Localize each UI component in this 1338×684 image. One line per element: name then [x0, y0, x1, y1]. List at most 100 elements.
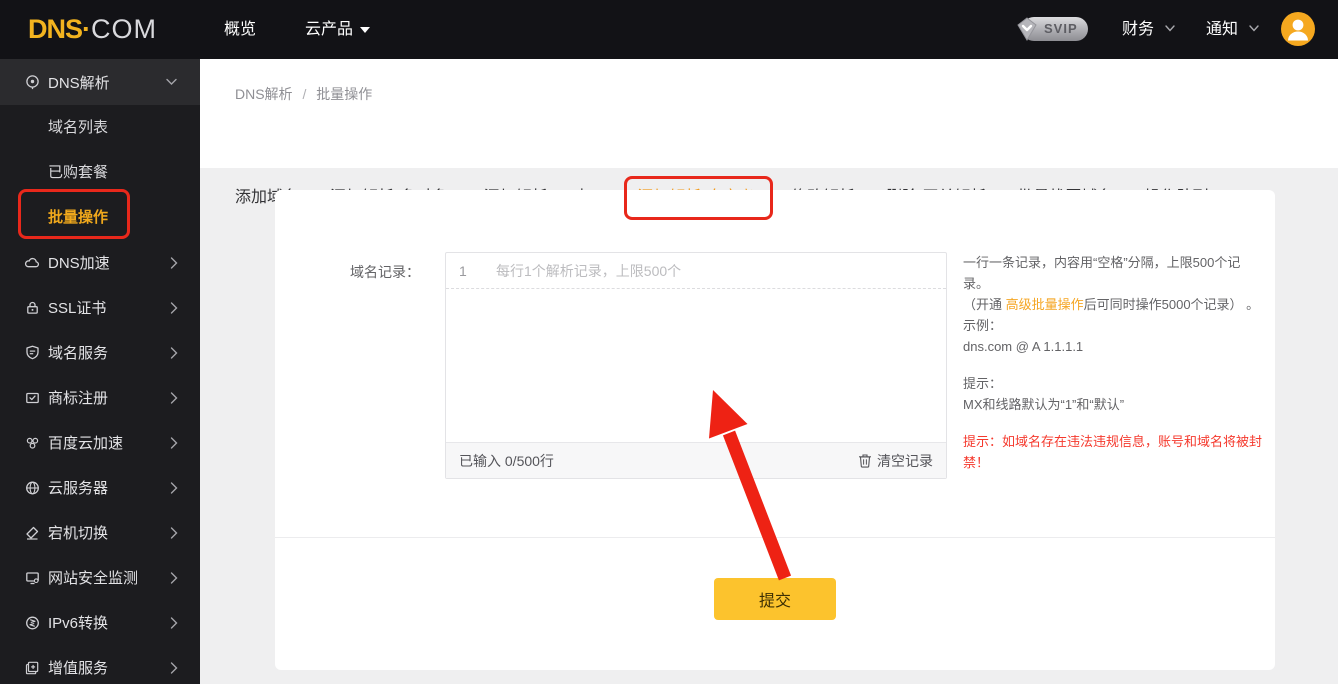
chevron-right-icon — [170, 256, 178, 269]
sidebar-item-label: 百度云加速 — [48, 435, 124, 452]
trash-icon — [859, 454, 871, 468]
lock-icon — [27, 301, 38, 314]
switch-pen-icon — [26, 526, 39, 540]
location-icon — [26, 75, 39, 90]
nav-cloud-products-label: 云产品 — [305, 21, 354, 38]
sidebar-item-label: 商标注册 — [48, 390, 109, 407]
sidebar-item-label: 增值服务 — [48, 660, 109, 677]
breadcrumb-separator: / — [302, 86, 307, 102]
advanced-batch-link[interactable]: 高级批量操作 — [1006, 297, 1084, 312]
sidebar-item-trademark[interactable]: 商标注册 — [0, 375, 200, 420]
square-plus-icon — [25, 661, 39, 674]
nav-overview-label: 概览 — [224, 21, 257, 38]
example-label: 示例： — [963, 318, 1003, 333]
example-value: dns.com @ A 1.1.1.1 — [963, 339, 1084, 354]
sidebar-subitem-label: 域名列表 — [48, 119, 109, 136]
chevron-right-icon — [170, 436, 178, 449]
sidebar-item-dns-acceleration[interactable]: DNS加速 — [0, 240, 200, 285]
tip-value: MX和线路默认为“1”和“默认” — [963, 397, 1125, 412]
user-avatar[interactable] — [1281, 12, 1315, 46]
caret-down-icon — [360, 26, 371, 33]
nav-finance-label: 财务 — [1122, 21, 1155, 38]
sidebar-item-label: IPv6转换 — [48, 615, 109, 632]
sidebar-subitem-label: 已购套餐 — [48, 164, 109, 181]
chevron-right-icon — [170, 391, 178, 404]
sidebar-subitem-domain-list[interactable]: 域名列表 — [0, 105, 200, 150]
convert-arrows-icon — [26, 616, 39, 629]
sidebar: DNS解析 域名列表 已购套餐 批量操作 DNS加速 SSL证书 域名服务 商标… — [0, 59, 200, 684]
entered-count: 已输入 0/500行 — [459, 452, 554, 469]
sidebar-item-domain-services[interactable]: 域名服务 — [0, 330, 200, 375]
sidebar-item-baidu-cloud-accel[interactable]: 百度云加速 — [0, 420, 200, 465]
person-icon — [1288, 19, 1308, 41]
chevron-right-icon — [170, 301, 178, 314]
chevron-down-icon — [1249, 25, 1260, 32]
editor-first-line: 1 每行1个解析记录，上限500个 — [446, 253, 946, 289]
nav-notice-label: 通知 — [1206, 21, 1239, 38]
sidebar-item-label: 域名服务 — [48, 345, 109, 362]
sidebar-item-label: SSL证书 — [48, 300, 107, 317]
chevron-right-icon — [170, 481, 178, 494]
monitor-icon — [26, 571, 39, 584]
sidebar-item-label: DNS解析 — [48, 74, 110, 92]
envelope-check-icon — [26, 392, 39, 403]
chevron-right-icon — [170, 661, 178, 674]
sidebar-item-label: 网站安全监测 — [48, 570, 139, 587]
page-header: DNS解析 / 批量操作 添加域名 添加解析(多对多) 添加解析(一对一) 添加… — [200, 59, 1338, 220]
help-panel: 一行一条记录，内容用“空格”分隔，上限500个记录。 （开通 高级批量操作后可同… — [963, 252, 1263, 473]
sidebar-item-label: 云服务器 — [48, 480, 109, 497]
sidebar-item-site-security-monitor[interactable]: 网站安全监测 — [0, 555, 200, 600]
chevron-right-icon — [170, 571, 178, 584]
sidebar-item-value-added-services[interactable]: 增值服务 — [0, 645, 200, 684]
nav-cloud-products[interactable]: 云产品 — [305, 0, 371, 59]
sidebar-item-ipv6-convert[interactable]: IPv6转换 — [0, 600, 200, 645]
sidebar-item-dns-resolve[interactable]: DNS解析 — [0, 59, 200, 105]
help-line-2-prefix: （开通 — [963, 297, 1006, 312]
domain-records-textarea[interactable]: 1 每行1个解析记录，上限500个 已输入 0/500行 清空记录 — [445, 252, 947, 479]
breadcrumb-page: 批量操作 — [316, 86, 373, 102]
sidebar-subitem-purchased-plans[interactable]: 已购套餐 — [0, 150, 200, 195]
clear-records-label: 清空记录 — [877, 452, 933, 469]
breadcrumb: DNS解析 / 批量操作 — [235, 84, 372, 104]
chevron-down-icon — [166, 78, 177, 85]
globe-icon — [26, 481, 39, 494]
nav-notice[interactable]: 通知 — [1206, 0, 1260, 59]
help-line-1: 一行一条记录，内容用“空格”分隔，上限500个记录。 — [963, 255, 1241, 291]
sidebar-item-failover[interactable]: 宕机切换 — [0, 510, 200, 555]
dnscom-logo[interactable]: DNS·COM — [28, 14, 157, 45]
svip-label: SVIP — [1044, 21, 1078, 36]
svip-gem-icon — [1017, 17, 1037, 41]
sidebar-item-label: 宕机切换 — [48, 525, 109, 542]
tip-label: 提示： — [963, 376, 1003, 391]
ban-warning-text: 提示：如域名存在违法违规信息，账号和域名将被封禁！ — [963, 434, 1263, 470]
topbar: DNS·COM 概览 云产品 SVIP 财务 通知 — [0, 0, 1338, 59]
sidebar-item-label: DNS加速 — [48, 255, 110, 272]
clover-icon — [26, 437, 39, 449]
logo-com-text: COM — [91, 14, 158, 44]
sidebar-item-cloud-server[interactable]: 云服务器 — [0, 465, 200, 510]
chevron-down-icon — [1165, 25, 1176, 32]
line-number: 1 — [459, 263, 467, 279]
sidebar-subitem-batch-operations[interactable]: 批量操作 — [0, 189, 200, 240]
shield-icon — [26, 345, 39, 359]
domain-records-label: 域名记录： — [350, 264, 420, 280]
sidebar-subitem-label: 批量操作 — [48, 209, 109, 226]
chevron-right-icon — [170, 526, 178, 539]
chevron-right-icon — [170, 346, 178, 359]
nav-overview[interactable]: 概览 — [224, 0, 256, 59]
breadcrumb-section[interactable]: DNS解析 — [235, 86, 293, 102]
help-line-2: （开通 高级批量操作后可同时操作5000个记录） 。 — [963, 294, 1263, 315]
submit-button[interactable]: 提交 — [714, 578, 836, 620]
section-divider — [275, 537, 1275, 538]
chevron-right-icon — [170, 616, 178, 629]
svip-badge[interactable]: SVIP — [1014, 16, 1088, 42]
nav-finance[interactable]: 财务 — [1122, 0, 1176, 59]
editor-placeholder: 每行1个解析记录，上限500个 — [496, 263, 682, 279]
cloud-icon — [24, 257, 40, 267]
logo-dns-text: DNS — [28, 14, 83, 44]
editor-footer: 已输入 0/500行 清空记录 — [446, 442, 946, 478]
batch-custom-record-panel: 域名记录： 1 每行1个解析记录，上限500个 已输入 0/500行 清空记录 … — [275, 190, 1275, 670]
logo-dot: · — [82, 14, 92, 44]
clear-records-button[interactable]: 清空记录 — [858, 451, 933, 471]
sidebar-item-ssl-cert[interactable]: SSL证书 — [0, 285, 200, 330]
